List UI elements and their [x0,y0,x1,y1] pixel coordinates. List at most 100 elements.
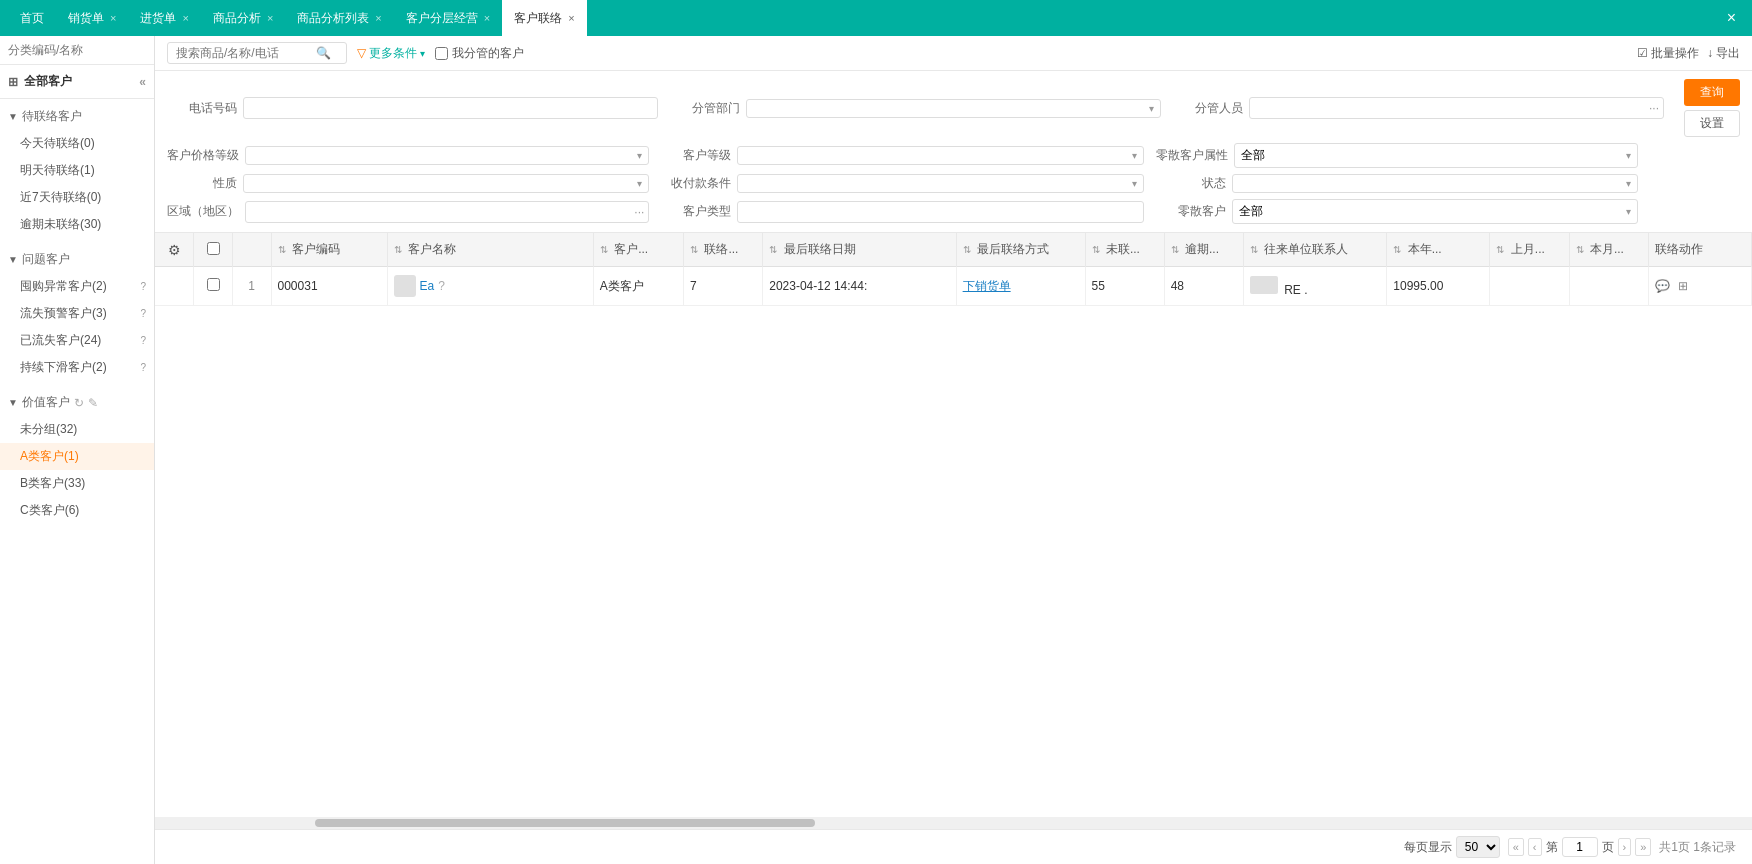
th-unit-contact[interactable]: ⇅ 往来单位联系人 [1243,233,1387,267]
sidebar-section-value-title[interactable]: ▼ 价值客户 ↻ ✎ [0,389,154,416]
batch-ops-button[interactable]: ☑ 批量操作 [1637,45,1699,62]
page-size-select[interactable]: 50 [1456,836,1500,858]
row-checkbox[interactable] [207,278,220,291]
prev-page-button[interactable]: ‹ [1528,838,1542,856]
person-label: 分管人员 [1173,100,1243,117]
sidebar-item-a-class[interactable]: A类客户(1) [0,443,154,470]
sort-icon-last-date: ⇅ [769,244,777,255]
nav-item-analysis-list[interactable]: 商品分析列表 × [285,0,393,36]
th-uncontacted[interactable]: ⇅ 未联... [1085,233,1164,267]
sidebar-item-declining[interactable]: 持续下滑客户(2) ? [0,354,154,381]
refresh-icon[interactable]: ↻ [74,396,84,410]
price-level-select[interactable]: ▾ [245,146,649,165]
last-page-button[interactable]: » [1635,838,1651,856]
cust-type-input[interactable] [738,202,1142,222]
filter-cell-status: 状态 ▾ [1156,174,1638,193]
filter-cell-dept: 分管部门 ▾ [670,99,1161,118]
filter-row-1: 电话号码 分管部门 ▾ 分管人员 ··· [167,79,1740,137]
sidebar-item-hoarding[interactable]: 囤购异常客户(2) ? [0,273,154,300]
sidebar-collapse-icon[interactable]: « [139,75,146,89]
filter-icon: ▽ [357,46,366,60]
first-page-button[interactable]: « [1508,838,1524,856]
grid-action-icon[interactable]: ⊞ [1678,279,1688,293]
nature-select[interactable]: ▾ [243,174,649,193]
th-level[interactable]: ⇅ 客户... [593,233,683,267]
close-customer-contact-icon[interactable]: × [568,12,574,24]
th-last-method[interactable]: ⇅ 最后联络方式 [956,233,1085,267]
th-this-month[interactable]: ⇅ 本月... [1569,233,1648,267]
sidebar-item-unclassified[interactable]: 未分组(32) [0,416,154,443]
close-purchase-icon[interactable]: × [182,12,188,24]
sidebar-all-customers-header[interactable]: ⊞ 全部客户 « [0,65,154,99]
th-name[interactable]: ⇅ 客户名称 [387,233,593,267]
price-level-label: 客户价格等级 [167,147,239,164]
query-button[interactable]: 查询 [1684,79,1740,106]
filter-search-input[interactable] [176,46,316,60]
nav-item-customer-contact[interactable]: 客户联络 × [502,0,586,36]
select-all-checkbox[interactable] [207,242,220,255]
nav-item-home[interactable]: 首页 [8,0,56,36]
sidebar-section-problem: ▼ 问题客户 囤购异常客户(2) ? 流失预警客户(3) ? 已流失客户(24)… [0,242,154,385]
page-number-input[interactable] [1562,837,1598,857]
sidebar-item-churn-warning[interactable]: 流失预警客户(3) ? [0,300,154,327]
cust-level-select[interactable]: ▾ [737,146,1143,165]
dept-label: 分管部门 [670,100,740,117]
close-sales-icon[interactable]: × [110,12,116,24]
sidebar: 🔍 ⊞ 全部客户 « ▼ 待联络客户 今天待联络(0) 明天待联络(1) 近7天… [0,36,155,864]
next-page-button[interactable]: › [1618,838,1632,856]
td-last-month [1490,267,1569,306]
nav-item-analysis[interactable]: 商品分析 × [201,0,285,36]
message-action-icon[interactable]: 💬 [1655,279,1670,293]
sidebar-item-7days[interactable]: 近7天待联络(0) [0,184,154,211]
payment-select[interactable]: ▾ [737,174,1143,193]
my-customers-checkbox[interactable] [435,47,448,60]
sort-icon-overdue: ⇅ [1171,244,1179,255]
table-settings-gear-icon[interactable]: ⚙ [168,242,181,258]
my-customers-filter[interactable]: 我分管的客户 [435,45,524,62]
filter-cell-nature: 性质 ▾ [167,174,649,193]
sidebar-section-problem-title[interactable]: ▼ 问题客户 [0,246,154,273]
close-customer-tier-icon[interactable]: × [484,12,490,24]
region-input[interactable] [246,202,630,222]
sidebar-item-b-class[interactable]: B类客户(33) [0,470,154,497]
advanced-filter-panel: 电话号码 分管部门 ▾ 分管人员 ··· [155,71,1752,233]
sidebar-search-input[interactable] [8,43,155,57]
sidebar-item-tomorrow[interactable]: 明天待联络(1) [0,157,154,184]
more-filters-button[interactable]: ▽ 更多条件 ▾ [357,45,425,62]
nav-item-customer-tier[interactable]: 客户分层经营 × [394,0,502,36]
retail-select[interactable]: 全部 ▾ [1232,199,1638,224]
sidebar-item-overdue[interactable]: 逾期未联络(30) [0,211,154,238]
data-table-container: ⚙ ⇅ 客户编码 ⇅ 客户名称 [155,233,1752,817]
nav-item-sales[interactable]: 销货单 × [56,0,128,36]
th-last-date[interactable]: ⇅ 最后联络日期 [763,233,956,267]
table-header-row: ⚙ ⇅ 客户编码 ⇅ 客户名称 [155,233,1752,267]
retail-attr-select[interactable]: 全部 ▾ [1234,143,1638,168]
th-code[interactable]: ⇅ 客户编码 [271,233,387,267]
th-overdue[interactable]: ⇅ 逾期... [1164,233,1243,267]
nav-item-purchase[interactable]: 进货单 × [128,0,200,36]
person-input[interactable] [1250,98,1645,118]
region-dots-icon[interactable]: ··· [630,205,648,219]
close-all-tabs-button[interactable]: × [1719,9,1744,27]
th-last-month[interactable]: ⇅ 上月... [1490,233,1569,267]
th-contact[interactable]: ⇅ 联络... [684,233,763,267]
sidebar-item-c-class[interactable]: C类客户(6) [0,497,154,524]
dept-select[interactable]: ▾ [746,99,1161,118]
filter-search-icon[interactable]: 🔍 [316,46,331,60]
th-this-year[interactable]: ⇅ 本年... [1387,233,1490,267]
close-analysis-list-icon[interactable]: × [375,12,381,24]
sidebar-item-churned[interactable]: 已流失客户(24) ? [0,327,154,354]
setting-button[interactable]: 设置 [1684,110,1740,137]
sidebar-section-pending-title[interactable]: ▼ 待联络客户 [0,103,154,130]
scrollbar-thumb[interactable] [315,819,815,827]
person-dots-icon[interactable]: ··· [1645,101,1663,115]
query-actions: 查询 设置 [1684,79,1740,137]
td-action: 💬 ⊞ [1648,267,1751,306]
phone-input[interactable] [244,98,657,118]
edit-icon[interactable]: ✎ [88,396,98,410]
status-select[interactable]: ▾ [1232,174,1638,193]
sidebar-item-today[interactable]: 今天待联络(0) [0,130,154,157]
horizontal-scrollbar[interactable] [155,817,1752,829]
export-button[interactable]: ↓ 导出 [1707,45,1740,62]
close-analysis-icon[interactable]: × [267,12,273,24]
